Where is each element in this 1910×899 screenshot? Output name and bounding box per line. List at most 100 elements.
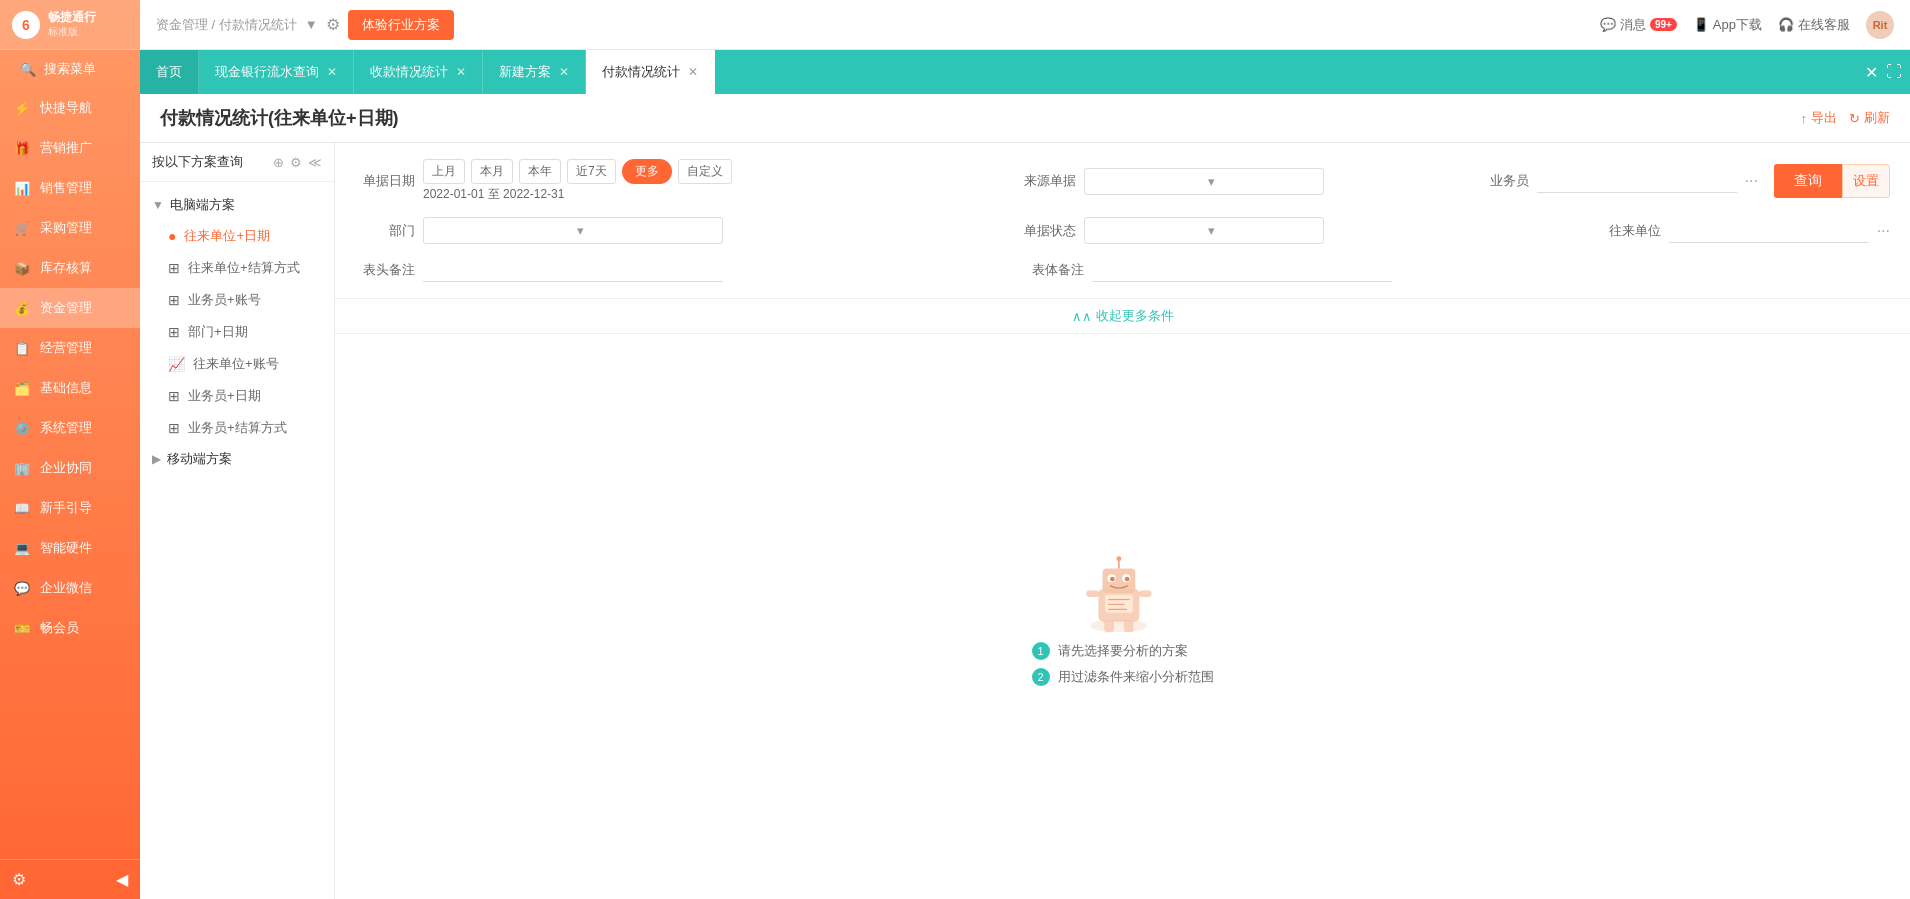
empty-hint: 1 请先选择要分析的方案 2 用过滤条件来缩小分析范围 — [1032, 638, 1214, 690]
settings-scheme-icon[interactable]: ⚙ — [290, 155, 302, 170]
svg-point-8 — [1116, 556, 1121, 561]
scheme-header-icons: ⊕ ⚙ ≪ — [273, 155, 322, 170]
date-btn-last-month[interactable]: 上月 — [423, 159, 465, 184]
sidebar-item-system[interactable]: ⚙️ 系统管理 — [0, 408, 140, 448]
close-all-tabs-icon[interactable]: ✕ — [1865, 63, 1878, 82]
trial-button[interactable]: 体验行业方案 — [348, 10, 454, 40]
date-btn-custom[interactable]: 自定义 — [678, 159, 732, 184]
partner-ellipsis[interactable]: ··· — [1877, 222, 1890, 240]
collapse-scheme-icon[interactable]: ≪ — [308, 155, 322, 170]
logo-icon: 6 — [12, 11, 40, 39]
date-btn-more[interactable]: 更多 — [622, 159, 672, 184]
empty-hint-2: 2 用过滤条件来缩小分析范围 — [1032, 664, 1214, 690]
tab-close-income-stat[interactable]: ✕ — [456, 65, 466, 79]
scheme-table-icon3: ⊞ — [168, 324, 180, 340]
tab-income-stat[interactable]: 收款情况统计 ✕ — [354, 50, 483, 94]
content-area: 按以下方案查询 ⊕ ⚙ ≪ ▼ 电脑端方案 ● — [140, 143, 1910, 899]
tab-new-scheme[interactable]: 新建方案 ✕ — [483, 50, 586, 94]
search-icon: 🔍 — [20, 62, 36, 77]
app-download-btn[interactable]: 📱 App下载 — [1693, 16, 1762, 34]
scheme-group-desktop-header[interactable]: ▼ 电脑端方案 — [140, 190, 334, 220]
svg-rect-10 — [1138, 590, 1151, 597]
sidebar-item-weixin[interactable]: 💬 企业微信 — [0, 568, 140, 608]
marketing-icon: 🎁 — [12, 138, 32, 158]
bodynote-input[interactable] — [1092, 258, 1392, 282]
maximize-icon[interactable]: ⛶ — [1886, 63, 1902, 81]
collapse-sidebar-icon[interactable]: ◀ — [116, 870, 128, 889]
headernote-input[interactable] — [423, 258, 723, 282]
collapse-filter-bar[interactable]: ∧∧ 收起更多条件 — [335, 299, 1910, 334]
refresh-icon: ↻ — [1849, 111, 1860, 126]
sidebar-item-guide[interactable]: 📖 新手引导 — [0, 488, 140, 528]
tab-close-bank-flow[interactable]: ✕ — [327, 65, 337, 79]
breadcrumb: 资金管理 / 付款情况统计 — [156, 16, 297, 34]
scheme-item-partner-account[interactable]: 📈 往来单位+账号 — [140, 348, 334, 380]
export-button[interactable]: ↑ 导出 — [1801, 109, 1838, 127]
user-avatar[interactable]: Rit — [1866, 11, 1894, 39]
date-btn-this-year[interactable]: 本年 — [519, 159, 561, 184]
tab-close-new-scheme[interactable]: ✕ — [559, 65, 569, 79]
scheme-item-dept-date[interactable]: ⊞ 部门+日期 — [140, 316, 334, 348]
sidebar-item-sales[interactable]: 📊 销售管理 — [0, 168, 140, 208]
message-icon: 💬 — [1600, 17, 1616, 32]
app-icon: 📱 — [1693, 17, 1709, 32]
scheme-item-staff-settlement[interactable]: ⊞ 业务员+结算方式 — [140, 412, 334, 444]
online-service-btn[interactable]: 🎧 在线客服 — [1778, 16, 1850, 34]
sidebar-item-enterprise[interactable]: 🏢 企业协同 — [0, 448, 140, 488]
sidebar-item-quick-nav[interactable]: ⚡ 快捷导航 — [0, 88, 140, 128]
inventory-icon: 📦 — [12, 258, 32, 278]
date-btn-7days[interactable]: 近7天 — [567, 159, 616, 184]
add-scheme-icon[interactable]: ⊕ — [273, 155, 284, 170]
sidebar-item-purchase[interactable]: 🛒 采购管理 — [0, 208, 140, 248]
scheme-group-mobile-header[interactable]: ▶ 移动端方案 — [140, 444, 334, 474]
staff-ellipsis[interactable]: ··· — [1745, 172, 1758, 190]
quick-nav-icon: ⚡ — [12, 98, 32, 118]
sidebar-item-basic[interactable]: 🗂️ 基础信息 — [0, 368, 140, 408]
tab-close-payment-stat[interactable]: ✕ — [688, 65, 698, 79]
search-menu[interactable]: 🔍 搜索菜单 — [0, 50, 140, 88]
date-btn-this-month[interactable]: 本月 — [471, 159, 513, 184]
filter-staff-section: 业务员 ··· 查询 设置 — [1463, 164, 1890, 198]
source-select[interactable]: ▾ — [1084, 168, 1324, 195]
sidebar-item-hardware[interactable]: 💻 智能硬件 — [0, 528, 140, 568]
svg-point-6 — [1124, 576, 1129, 581]
partner-input[interactable] — [1669, 219, 1869, 243]
filter-docstatus-section: 单据状态 ▾ — [1016, 217, 1443, 244]
docstatus-select[interactable]: ▾ — [1084, 217, 1324, 244]
tab-home[interactable]: 首页 — [140, 50, 199, 94]
query-button[interactable]: 查询 — [1774, 164, 1842, 198]
sidebar-nav: ⚡ 快捷导航 🎁 营销推广 📊 销售管理 🛒 采购管理 📦 库存核算 💰 资金管… — [0, 88, 140, 859]
message-btn[interactable]: 💬 消息 99+ — [1600, 16, 1677, 34]
bodynote-label: 表体备注 — [1024, 261, 1084, 279]
scheme-item-staff-account[interactable]: ⊞ 业务员+账号 — [140, 284, 334, 316]
scheme-table-icon5: ⊞ — [168, 420, 180, 436]
staff-input[interactable] — [1537, 169, 1737, 193]
scheme-item-partner-date[interactable]: ● 往来单位+日期 — [140, 220, 334, 252]
filter-dept-section: 部门 ▾ — [355, 217, 996, 244]
filter-row-3: 表头备注 表体备注 — [355, 258, 1890, 282]
settings-button[interactable]: 设置 — [1842, 164, 1890, 198]
tab-payment-stat[interactable]: 付款情况统计 ✕ — [586, 50, 715, 94]
scheme-table-icon4: ⊞ — [168, 388, 180, 404]
settings-footer-icon[interactable]: ⚙ — [12, 870, 26, 889]
sidebar-item-operation[interactable]: 📋 经营管理 — [0, 328, 140, 368]
sidebar-item-inventory[interactable]: 📦 库存核算 — [0, 248, 140, 288]
weixin-icon: 💬 — [12, 578, 32, 598]
page: 付款情况统计(往来单位+日期) ↑ 导出 ↻ 刷新 按以下方案查询 ⊕ — [140, 94, 1910, 899]
scheme-group-desktop: ▼ 电脑端方案 ● 往来单位+日期 ⊞ 往来单位+结算方式 ⊞ — [140, 190, 334, 444]
tab-bank-flow[interactable]: 现金银行流水查询 ✕ — [199, 50, 354, 94]
scheme-item-staff-date[interactable]: ⊞ 业务员+日期 — [140, 380, 334, 412]
sidebar-item-member[interactable]: 🎫 畅会员 — [0, 608, 140, 648]
sidebar-item-marketing[interactable]: 🎁 营销推广 — [0, 128, 140, 168]
dept-label: 部门 — [355, 222, 415, 240]
member-icon: 🎫 — [12, 618, 32, 638]
refresh-button[interactable]: ↻ 刷新 — [1849, 109, 1890, 127]
filter-form: 单据日期 上月 本月 本年 近7天 更多 自定义 20 — [335, 143, 1910, 299]
dept-select[interactable]: ▾ — [423, 217, 723, 244]
svg-rect-12 — [1123, 620, 1133, 632]
scheme-item-partner-settlement[interactable]: ⊞ 往来单位+结算方式 — [140, 252, 334, 284]
date-range-text: 2022-01-01 至 2022-12-31 — [423, 186, 996, 203]
topbar-settings-icon[interactable]: ⚙ — [326, 15, 340, 34]
sidebar-item-capital[interactable]: 💰 资金管理 — [0, 288, 140, 328]
filter-source-section: 来源单据 ▾ — [1016, 168, 1443, 195]
